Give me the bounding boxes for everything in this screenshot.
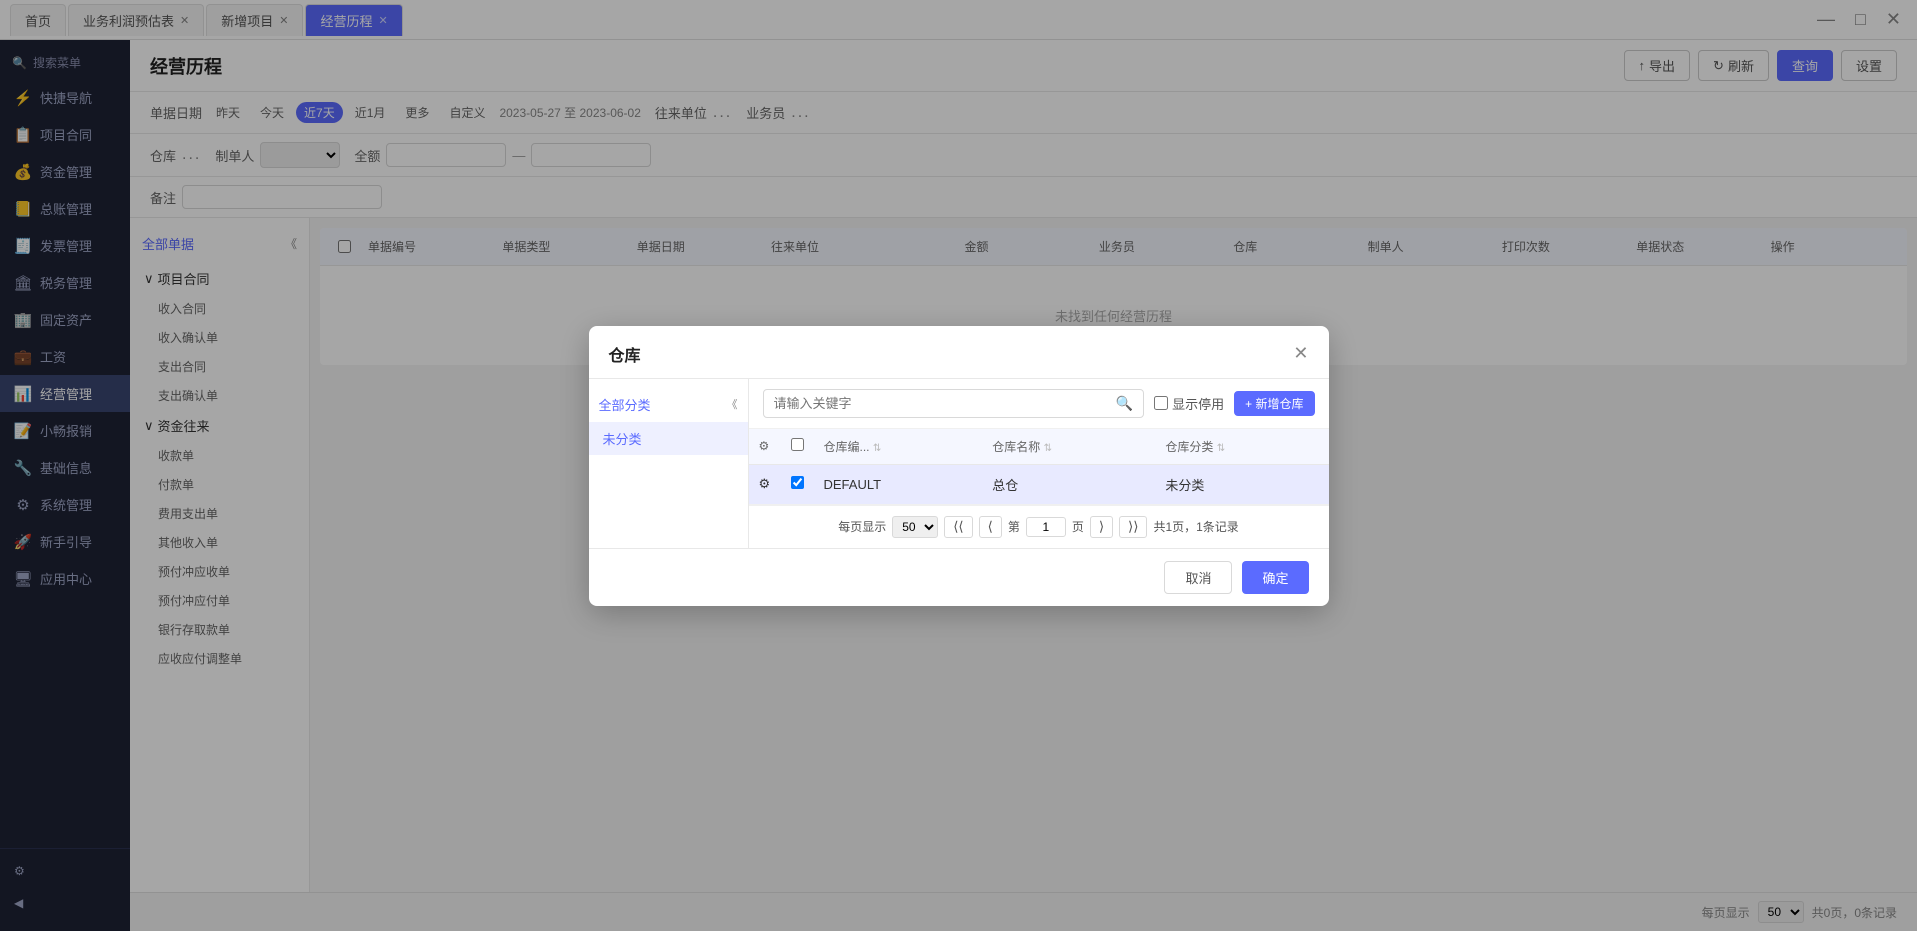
add-warehouse-button[interactable]: + 新增仓库	[1234, 391, 1314, 416]
show-disabled-label: 显示停用	[1172, 394, 1224, 413]
modal-prev-page[interactable]: ⟨	[979, 516, 1002, 538]
modal-footer: 取消 确定	[589, 548, 1329, 606]
modal-col-name-label: 仓库名称	[992, 440, 1040, 454]
show-disabled-checkbox[interactable]	[1154, 396, 1168, 410]
modal-right: 🔍 显示停用 + 新增仓库	[749, 379, 1329, 548]
modal-per-page-label: 每页显示	[838, 518, 886, 535]
row-checkbox	[781, 464, 814, 504]
modal-total: 共1页，1条记录	[1153, 518, 1238, 535]
row-category-value: 未分类	[1165, 478, 1204, 493]
modal-col-name: 仓库名称 ⇅	[982, 429, 1155, 465]
modal-cancel-button[interactable]: 取消	[1164, 561, 1232, 594]
modal-col-id-label: 仓库编...	[824, 440, 870, 454]
modal-search-icon: 🔍	[1116, 395, 1133, 412]
gear-icon: ⚙	[759, 439, 770, 453]
modal-first-page[interactable]: ⟨⟨	[944, 516, 972, 538]
modal-cat-collapse-btn[interactable]: 《	[727, 396, 738, 412]
modal-cat-header: 全部分类 《	[589, 389, 748, 422]
modal-per-page-select[interactable]: 50	[892, 516, 938, 538]
modal-cat-unclassified[interactable]: 未分类	[589, 422, 748, 455]
modal-col-checkbox	[781, 429, 814, 465]
add-warehouse-label: + 新增仓库	[1245, 395, 1303, 412]
warehouse-modal: 仓库 ✕ 全部分类 《 未分类 🔍	[589, 326, 1329, 606]
modal-close-btn[interactable]: ✕	[1293, 343, 1308, 364]
modal-pagination: 每页显示 50 ⟨⟨ ⟨ 第 页 ⟩ ⟩⟩ 共1页，1条记录	[749, 505, 1329, 548]
modal-table-header-row: ⚙ 仓库编... ⇅ 仓库名称	[749, 429, 1329, 465]
modal-cat-unclassified-label: 未分类	[603, 432, 642, 447]
row-name: 总仓	[982, 464, 1155, 504]
modal-next-page[interactable]: ⟩	[1090, 516, 1113, 538]
modal-header: 仓库 ✕	[589, 326, 1329, 379]
sort-name-icon: ⇅	[1044, 443, 1052, 454]
modal-select-all[interactable]	[791, 438, 804, 451]
row-name-value: 总仓	[992, 478, 1018, 493]
modal-title: 仓库	[609, 342, 641, 366]
modal-last-page[interactable]: ⟩⟩	[1119, 516, 1147, 538]
row-category: 未分类	[1155, 464, 1328, 504]
row-id-value: DEFAULT	[824, 477, 882, 492]
row-gear: ⚙	[749, 464, 781, 504]
row-select-checkbox[interactable]	[791, 476, 804, 489]
sort-id-icon: ⇅	[873, 443, 881, 454]
modal-search-input[interactable]	[774, 396, 1116, 411]
modal-toolbar: 🔍 显示停用 + 新增仓库	[749, 379, 1329, 429]
show-disabled-toggle[interactable]: 显示停用	[1154, 394, 1224, 413]
modal-page-end: 页	[1072, 518, 1084, 535]
modal-col-gear: ⚙	[749, 429, 781, 465]
modal-col-category: 仓库分类 ⇅	[1155, 429, 1328, 465]
modal-page-input[interactable]	[1026, 517, 1066, 537]
modal-category-panel: 全部分类 《 未分类	[589, 379, 749, 548]
modal-table: ⚙ 仓库编... ⇅ 仓库名称	[749, 429, 1329, 505]
modal-col-id: 仓库编... ⇅	[814, 429, 983, 465]
modal-confirm-button[interactable]: 确定	[1242, 561, 1308, 594]
modal-search-box[interactable]: 🔍	[763, 389, 1145, 418]
table-row[interactable]: ⚙ DEFAULT 总仓 未分类	[749, 464, 1329, 504]
modal-cat-label: 全部分类	[599, 395, 651, 414]
sort-category-icon: ⇅	[1217, 443, 1225, 454]
row-gear-icon: ⚙	[759, 476, 771, 491]
modal-body: 全部分类 《 未分类 🔍 显示停用	[589, 379, 1329, 548]
modal-overlay: 仓库 ✕ 全部分类 《 未分类 🔍	[0, 0, 1917, 931]
row-id: DEFAULT	[814, 464, 983, 504]
modal-col-category-label: 仓库分类	[1165, 440, 1213, 454]
modal-page-label: 第	[1008, 518, 1020, 535]
